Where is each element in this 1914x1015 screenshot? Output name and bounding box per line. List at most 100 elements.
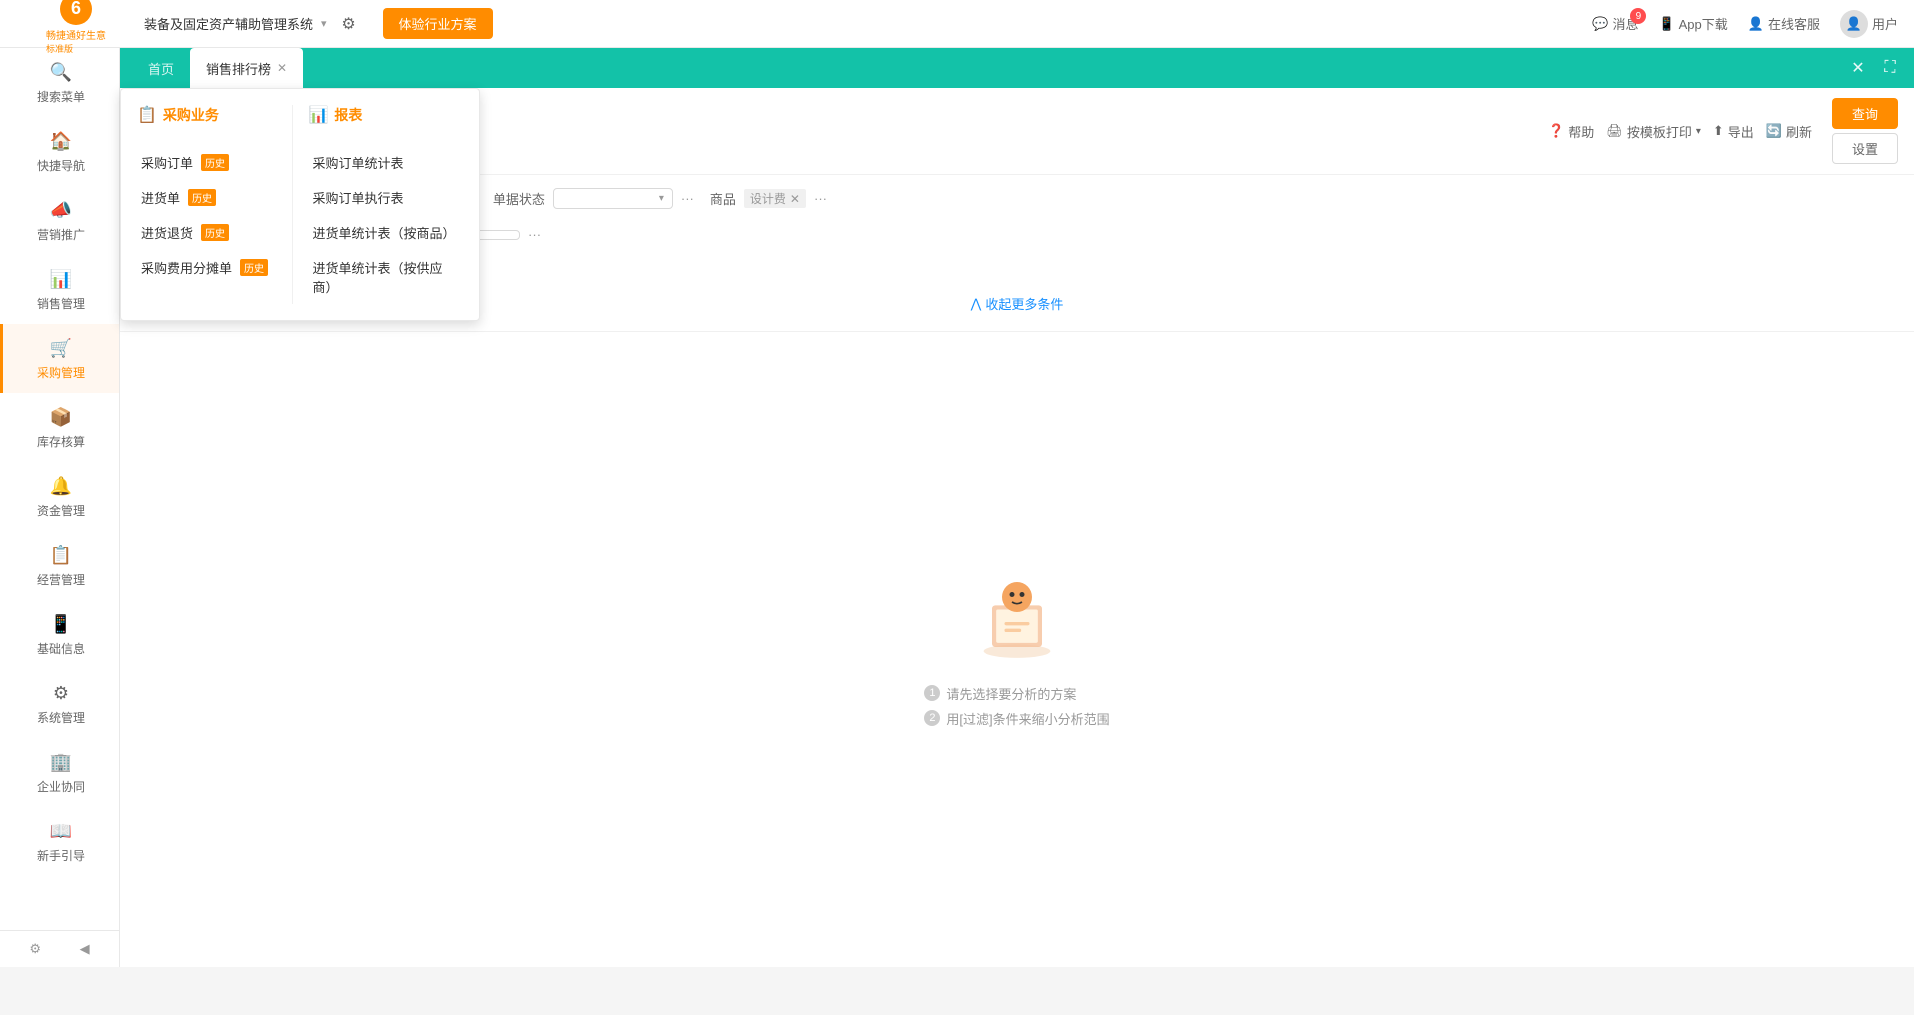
doc-status-dots[interactable]: ··· xyxy=(681,191,694,206)
report-section-icon: 📊 xyxy=(309,105,329,125)
refresh-icon: 🔄 xyxy=(1766,123,1782,139)
salesperson-dots[interactable]: ··· xyxy=(528,227,541,242)
help-btn[interactable]: ❓ 帮助 xyxy=(1548,122,1594,141)
tab-bar: 首页 销售排行榜 ✕ ✕ ⛶ xyxy=(120,48,1914,88)
sidebar-item-purchase[interactable]: 🛒 采购管理 xyxy=(0,324,119,393)
finance-icon: 🔔 xyxy=(49,474,73,498)
dropdown-item-stock-in-stat-goods[interactable]: 进货单统计表（按商品） xyxy=(309,215,464,250)
sidebar-item-guide[interactable]: 📖 新手引导 xyxy=(0,807,119,876)
tab-home-label: 首页 xyxy=(148,59,174,78)
home-icon: 🏠 xyxy=(49,129,73,153)
tab-close-all-icon[interactable]: ✕ xyxy=(1846,56,1870,80)
marketing-icon: 📣 xyxy=(49,198,73,222)
collapse-up-icon: ⋀ xyxy=(971,296,982,312)
return-label: 进货退货 xyxy=(141,223,193,242)
logo-sub: 标准版 xyxy=(46,42,106,55)
sidebar-item-marketing[interactable]: 📣 营销推广 xyxy=(0,186,119,255)
notification-badge: 9 xyxy=(1630,8,1646,24)
app-download-label: App下载 xyxy=(1679,14,1728,33)
system-icon: ⚙ xyxy=(49,681,73,705)
empty-tips: 1 请先选择要分析的方案 2 用[过滤]条件来缩小分析范围 xyxy=(924,684,1109,728)
user-avatar: 👤 xyxy=(1840,10,1868,38)
stock-in-stat-supplier-label: 进货单统计表（按供应商） xyxy=(313,258,460,296)
export-icon: ⬆ xyxy=(1713,123,1724,139)
refresh-label: 刷新 xyxy=(1786,122,1812,141)
sidebar-item-basic[interactable]: 📱 基础信息 xyxy=(0,600,119,669)
sidebar-item-enterprise[interactable]: 🏢 企业协同 xyxy=(0,738,119,807)
dropdown-item-expense[interactable]: 采购费用分摊单 历史 xyxy=(137,250,292,285)
search-icon: 🔍 xyxy=(49,60,73,84)
print-icon: 🖨 xyxy=(1606,123,1623,139)
bell-icon: 💬 xyxy=(1592,16,1608,32)
goods-dots[interactable]: ··· xyxy=(814,191,827,206)
purchase-section-title: 采购业务 xyxy=(163,105,219,125)
tip-row-1: 1 请先选择要分析的方案 xyxy=(924,684,1109,703)
phone-icon: 📱 xyxy=(1658,16,1674,32)
logo-icon: 6 xyxy=(60,0,92,25)
query-btn[interactable]: 查询 xyxy=(1832,98,1898,129)
sidebar-item-finance[interactable]: 🔔 资金管理 xyxy=(0,462,119,531)
empty-state: 1 请先选择要分析的方案 2 用[过滤]条件来缩小分析范围 xyxy=(120,332,1914,967)
collapse-label: 收起更多条件 xyxy=(985,294,1063,313)
tab-close-icon[interactable]: ✕ xyxy=(277,61,287,75)
tab-expand-icon[interactable]: ⛶ xyxy=(1878,56,1902,80)
dropdown-item-purchase-order-stat[interactable]: 采购订单统计表 xyxy=(309,145,464,180)
filter-doc-status: 单据状态 ▾ ··· xyxy=(493,188,694,209)
print-btn[interactable]: 🖨 按模板打印 ▾ xyxy=(1606,122,1701,141)
top-header: 6 畅捷通好生意 标准版 装备及固定资产辅助管理系统 ▾ ⚙ 体验行业方案 💬 … xyxy=(0,0,1914,48)
user-btn[interactable]: 👤 用户 xyxy=(1840,10,1898,38)
logo-area: 6 畅捷通好生意 标准版 xyxy=(16,0,136,55)
refresh-btn[interactable]: 🔄 刷新 xyxy=(1766,122,1812,141)
online-service-btn[interactable]: 👤 在线客服 xyxy=(1748,14,1820,33)
app-download-btn[interactable]: 📱 App下载 xyxy=(1658,14,1727,33)
user-label: 用户 xyxy=(1872,14,1898,33)
doc-status-label: 单据状态 xyxy=(493,189,545,208)
sidebar: 🔍 搜索菜单 🏠 快捷导航 📣 营销推广 📊 销售管理 🛒 采购管理 📦 库存核… xyxy=(0,48,120,967)
tab-bar-right: ✕ ⛶ xyxy=(1846,56,1902,80)
doc-status-arrow-icon: ▾ xyxy=(659,193,664,204)
operations-icon: 📋 xyxy=(49,543,73,567)
settings-icon[interactable]: ⚙ xyxy=(335,10,363,38)
dropdown-item-purchase-order-exec[interactable]: 采购订单执行表 xyxy=(309,180,464,215)
sidebar-item-label: 采购管理 xyxy=(37,364,85,381)
sidebar-item-label: 企业协同 xyxy=(37,778,85,795)
dropdown-item-purchase-order[interactable]: 采购订单 历史 xyxy=(137,145,292,180)
tip-num-2: 2 xyxy=(924,710,940,726)
industry-btn[interactable]: 体验行业方案 xyxy=(383,8,493,39)
dropdown-item-return[interactable]: 进货退货 历史 xyxy=(137,215,292,250)
tip-text-2: 用[过滤]条件来缩小分析范围 xyxy=(946,709,1109,728)
tip-row-2: 2 用[过滤]条件来缩小分析范围 xyxy=(924,709,1109,728)
sidebar-item-label: 营销推广 xyxy=(37,226,85,243)
sidebar-item-inventory[interactable]: 📦 库存核算 xyxy=(0,393,119,462)
dropdown-purchase-col: 📋 采购业务 采购订单 历史 进货单 历史 进货退货 历史 采购费用分摊单 历史 xyxy=(137,105,292,304)
report-section-title: 报表 xyxy=(334,105,362,125)
basic-icon: 📱 xyxy=(49,612,73,636)
sidebar-item-label: 资金管理 xyxy=(37,502,85,519)
sidebar-settings-icon[interactable]: ⚙ xyxy=(29,941,41,957)
doc-status-control[interactable]: ▾ xyxy=(553,188,673,209)
notification-btn[interactable]: 💬 消息 9 xyxy=(1592,14,1638,33)
sidebar-item-quicknav[interactable]: 🏠 快捷导航 xyxy=(0,117,119,186)
history-tag: 历史 xyxy=(201,224,229,241)
stock-in-label: 进货单 xyxy=(141,188,180,207)
dropdown-purchase-header: 📋 采购业务 xyxy=(137,105,292,133)
sidebar-collapse-icon[interactable]: ◀ xyxy=(80,941,90,957)
stock-in-stat-goods-label: 进货单统计表（按商品） xyxy=(313,223,456,242)
sidebar-item-search[interactable]: 🔍 搜索菜单 xyxy=(0,48,119,117)
dropdown-item-stock-in-stat-supplier[interactable]: 进货单统计表（按供应商） xyxy=(309,250,464,304)
goods-tag-close-icon[interactable]: ✕ xyxy=(790,192,800,206)
chevron-down-icon[interactable]: ▾ xyxy=(321,17,327,30)
tab-home[interactable]: 首页 xyxy=(132,48,190,88)
dropdown-item-stock-in[interactable]: 进货单 历史 xyxy=(137,180,292,215)
help-label: 帮助 xyxy=(1568,122,1594,141)
sidebar-item-sales[interactable]: 📊 销售管理 xyxy=(0,255,119,324)
tab-sales-ranking[interactable]: 销售排行榜 ✕ xyxy=(190,48,303,88)
logo-text: 畅捷通好生意 标准版 xyxy=(46,27,106,55)
settings-btn[interactable]: 设置 xyxy=(1832,133,1898,164)
sidebar-item-operations[interactable]: 📋 经营管理 xyxy=(0,531,119,600)
export-btn[interactable]: ⬆ 导出 xyxy=(1713,122,1754,141)
enterprise-icon: 🏢 xyxy=(49,750,73,774)
sidebar-item-label: 新手引导 xyxy=(37,847,85,864)
filter-goods: 商品 设计费 ✕ ··· xyxy=(710,189,827,208)
sidebar-item-system[interactable]: ⚙ 系统管理 xyxy=(0,669,119,738)
